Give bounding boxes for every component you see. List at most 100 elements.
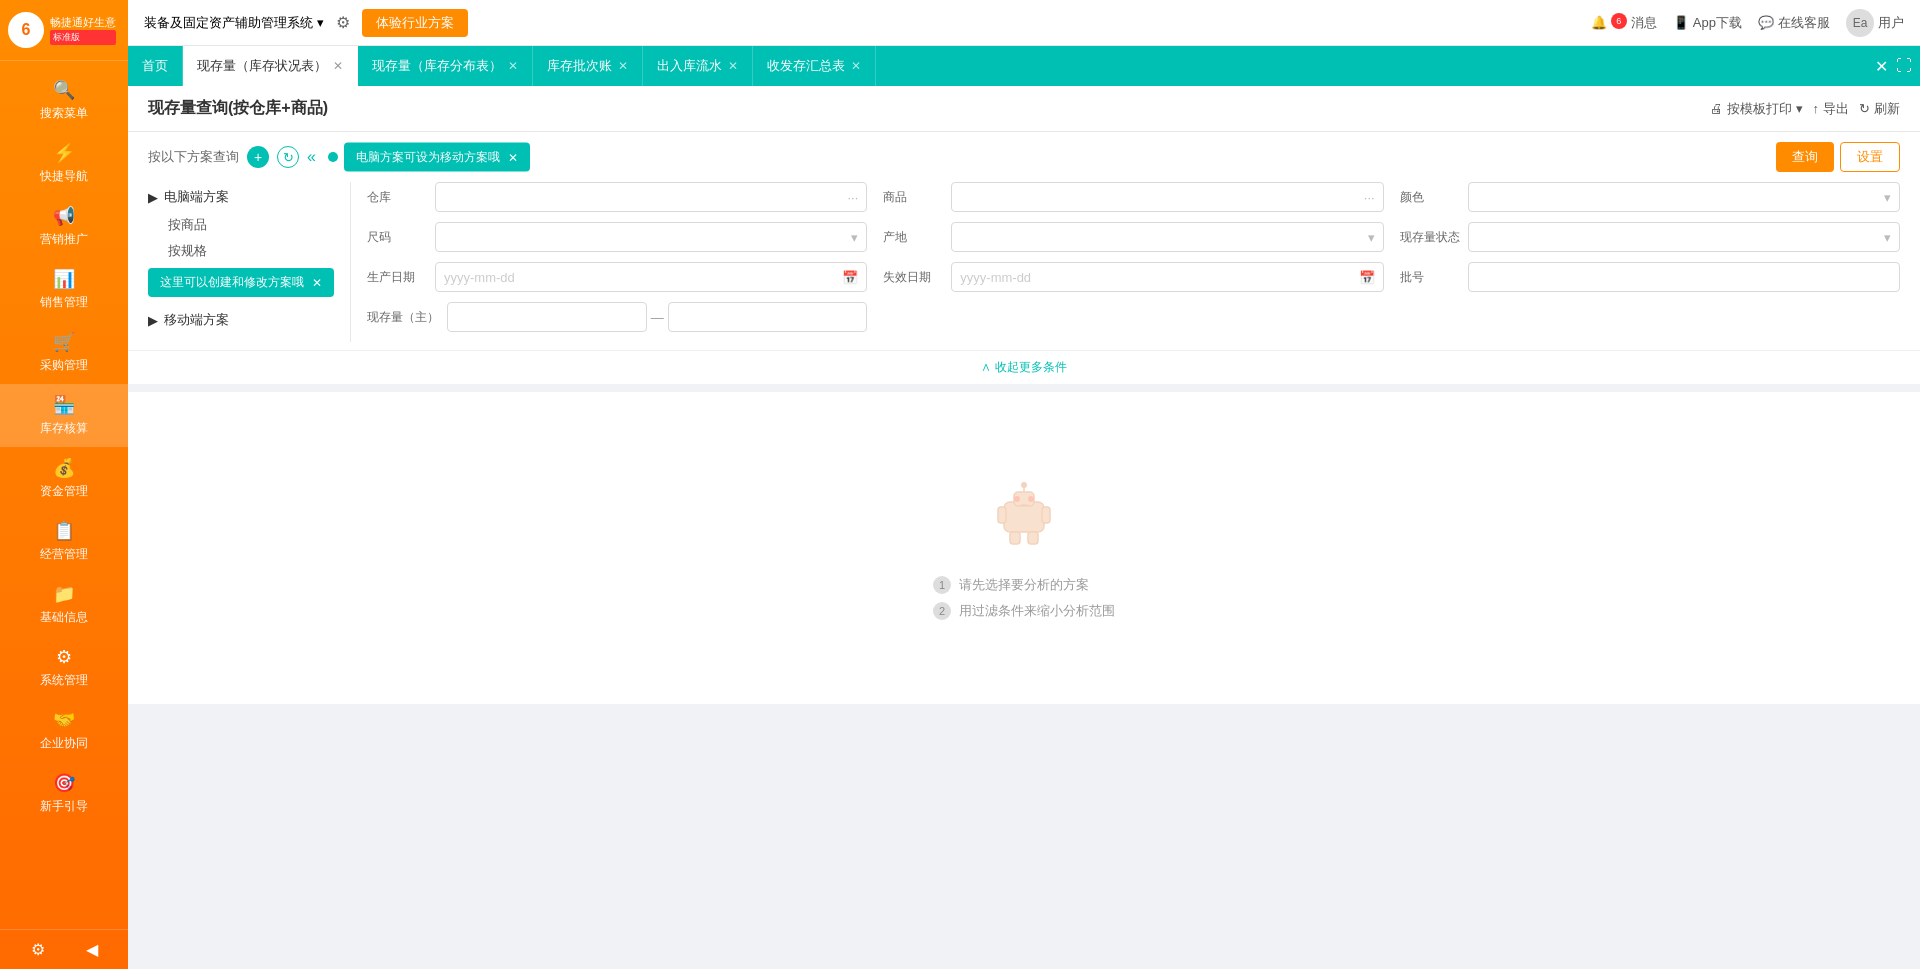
- settings-icon[interactable]: ⚙: [336, 13, 350, 32]
- exp-date-input[interactable]: yyyy-mm-dd 📅: [951, 262, 1383, 292]
- sidebar-item-sales[interactable]: 📊 销售管理: [0, 258, 128, 321]
- goods-select[interactable]: ···: [951, 182, 1383, 212]
- operation-icon: 📋: [53, 520, 75, 542]
- dropdown-arrow-icon: ▾: [1368, 230, 1375, 245]
- sidebar-item-marketing[interactable]: 📢 营销推广: [0, 195, 128, 258]
- filter-add-btn[interactable]: +: [247, 146, 269, 168]
- mobile-scheme-label: 移动端方案: [164, 311, 229, 329]
- query-btn[interactable]: 查询: [1776, 142, 1834, 172]
- header-right: 🔔 6 App下载 消息 📱 App下载 💬 在线客服 Ea 用户: [1591, 9, 1904, 37]
- sidebar-item-finance[interactable]: 💰 资金管理: [0, 447, 128, 510]
- filter-row-header: 按以下方案查询 + ↻ « 电脑方案可设为移动方案哦 ✕: [148, 142, 1900, 172]
- batch-label: 批号: [1400, 269, 1460, 286]
- tab-expand-icon[interactable]: ⛶: [1896, 57, 1912, 75]
- sidebar-item-purchase[interactable]: 🛒 采购管理: [0, 321, 128, 384]
- mobile-scheme-header[interactable]: ▶ 移动端方案: [148, 305, 334, 335]
- batch-input[interactable]: [1468, 262, 1900, 292]
- app-download-btn[interactable]: 📱 App下载: [1673, 14, 1742, 32]
- notification-btn[interactable]: 🔔 6 App下载 消息: [1591, 14, 1657, 32]
- pc-scheme-arrow: ▶: [148, 190, 158, 205]
- tab-close-icon[interactable]: ✕: [728, 59, 738, 73]
- empty-state: 1 请先选择要分析的方案 2 用过滤条件来缩小分析范围: [128, 392, 1920, 704]
- search-icon: 🔍: [53, 79, 75, 101]
- divider: [350, 182, 351, 342]
- warehouse-label: 仓库: [367, 189, 427, 206]
- tab-inout-label: 出入库流水: [657, 57, 722, 75]
- tab-batch[interactable]: 库存批次账 ✕: [533, 46, 643, 86]
- filter-row-2: 尺码 ▾ 产地 ▾: [367, 222, 1900, 252]
- basic-icon: 📁: [53, 583, 75, 605]
- purchase-icon: 🛒: [53, 331, 75, 353]
- filter-row-1: 仓库 ··· 商品 ···: [367, 182, 1900, 212]
- connector-dot: [328, 152, 338, 162]
- tab-batch-label: 库存批次账: [547, 57, 612, 75]
- pc-scheme-header[interactable]: ▶ 电脑端方案: [148, 182, 334, 212]
- sidebar-item-system[interactable]: ⚙ 系统管理: [0, 636, 128, 699]
- inv-qty-min[interactable]: [447, 302, 647, 332]
- filter-field-size: 尺码 ▾: [367, 222, 867, 252]
- tab-close-icon[interactable]: ✕: [851, 59, 861, 73]
- size-select[interactable]: ▾: [435, 222, 867, 252]
- sidebar-item-quick[interactable]: ⚡ 快捷导航: [0, 132, 128, 195]
- sidebar-item-enterprise[interactable]: 🤝 企业协同: [0, 699, 128, 762]
- filter-section: 现存量查询(按仓库+商品) 🖨 按模板打印 ▾ ↑ 导出 ↻: [128, 86, 1920, 384]
- inv-qty-label: 现存量（主）: [367, 309, 439, 326]
- filter-refresh-btn[interactable]: ↻: [277, 146, 299, 168]
- dropdown-arrow-icon: ▾: [851, 230, 858, 245]
- tab-home[interactable]: 首页: [128, 46, 183, 86]
- filter-back-btn[interactable]: «: [307, 148, 316, 166]
- export-btn[interactable]: ↑ 导出: [1813, 100, 1850, 118]
- tab-close-all-icon[interactable]: ✕: [1875, 57, 1888, 76]
- guide-icon: 🎯: [53, 772, 75, 794]
- dropdown-arrow-icon: ▾: [1884, 230, 1891, 245]
- online-support-btn[interactable]: 💬 在线客服: [1758, 14, 1830, 32]
- sidebar-collapse-btn[interactable]: ◀: [86, 940, 98, 959]
- empty-illustration: [984, 472, 1064, 552]
- tooltip-close-btn[interactable]: ✕: [508, 150, 518, 164]
- system-dropdown[interactable]: 装备及固定资产辅助管理系统 ▾: [144, 14, 324, 32]
- scheme-item-spec[interactable]: 按规格: [148, 238, 334, 264]
- sidebar-item-guide[interactable]: 🎯 新手引导: [0, 762, 128, 825]
- tab-inventory-dist[interactable]: 现存量（库存分布表） ✕: [358, 46, 533, 86]
- sidebar-settings-btn[interactable]: ⚙: [31, 940, 45, 959]
- create-tooltip-close-btn[interactable]: ✕: [312, 276, 322, 290]
- sidebar-item-label: 销售管理: [40, 294, 88, 311]
- print-template-btn[interactable]: 🖨 按模板打印 ▾: [1710, 100, 1803, 118]
- tab-collection-label: 收发存汇总表: [767, 57, 845, 75]
- sidebar-item-label: 新手引导: [40, 798, 88, 815]
- sidebar-item-inventory[interactable]: 🏪 库存核算: [0, 384, 128, 447]
- message-label: 消息: [1631, 14, 1657, 32]
- color-label: 颜色: [1400, 189, 1460, 206]
- tab-close-icon[interactable]: ✕: [508, 59, 518, 73]
- sidebar-item-label: 经营管理: [40, 546, 88, 563]
- sidebar-item-label: 营销推广: [40, 231, 88, 248]
- tab-close-icon[interactable]: ✕: [618, 59, 628, 73]
- system-name: 装备及固定资产辅助管理系统: [144, 14, 313, 32]
- dots-icon: ···: [1364, 190, 1375, 205]
- tab-inventory-status-label: 现存量（库存状况表）: [197, 57, 327, 75]
- prod-date-input[interactable]: yyyy-mm-dd 📅: [435, 262, 867, 292]
- filter-field-origin: 产地 ▾: [883, 222, 1383, 252]
- tab-collection[interactable]: 收发存汇总表 ✕: [753, 46, 876, 86]
- tab-close-icon[interactable]: ✕: [333, 59, 343, 73]
- inv-status-select[interactable]: ▾: [1468, 222, 1900, 252]
- logo-badge: 标准版: [50, 30, 116, 45]
- tab-inventory-status[interactable]: 现存量（库存状况表） ✕: [183, 46, 358, 86]
- industry-btn[interactable]: 体验行业方案: [362, 9, 468, 37]
- filter-field-goods: 商品 ···: [883, 182, 1383, 212]
- sidebar-item-basic[interactable]: 📁 基础信息: [0, 573, 128, 636]
- color-select[interactable]: ▾: [1468, 182, 1900, 212]
- scheme-item-goods[interactable]: 按商品: [148, 212, 334, 238]
- tab-inout[interactable]: 出入库流水 ✕: [643, 46, 753, 86]
- origin-select[interactable]: ▾: [951, 222, 1383, 252]
- refresh-btn[interactable]: ↻ 刷新: [1859, 100, 1900, 118]
- sidebar-item-search[interactable]: 🔍 搜索菜单: [0, 69, 128, 132]
- user-menu[interactable]: Ea 用户: [1846, 9, 1904, 37]
- collapse-bar[interactable]: ∧ 收起更多条件: [128, 350, 1920, 384]
- warehouse-select[interactable]: ···: [435, 182, 867, 212]
- filter-field-inv-status: 现存量状态 ▾: [1400, 222, 1900, 252]
- settings-query-btn[interactable]: 设置: [1840, 142, 1900, 172]
- sidebar-item-operation[interactable]: 📋 经营管理: [0, 510, 128, 573]
- sidebar-item-label: 采购管理: [40, 357, 88, 374]
- inv-qty-max[interactable]: [668, 302, 868, 332]
